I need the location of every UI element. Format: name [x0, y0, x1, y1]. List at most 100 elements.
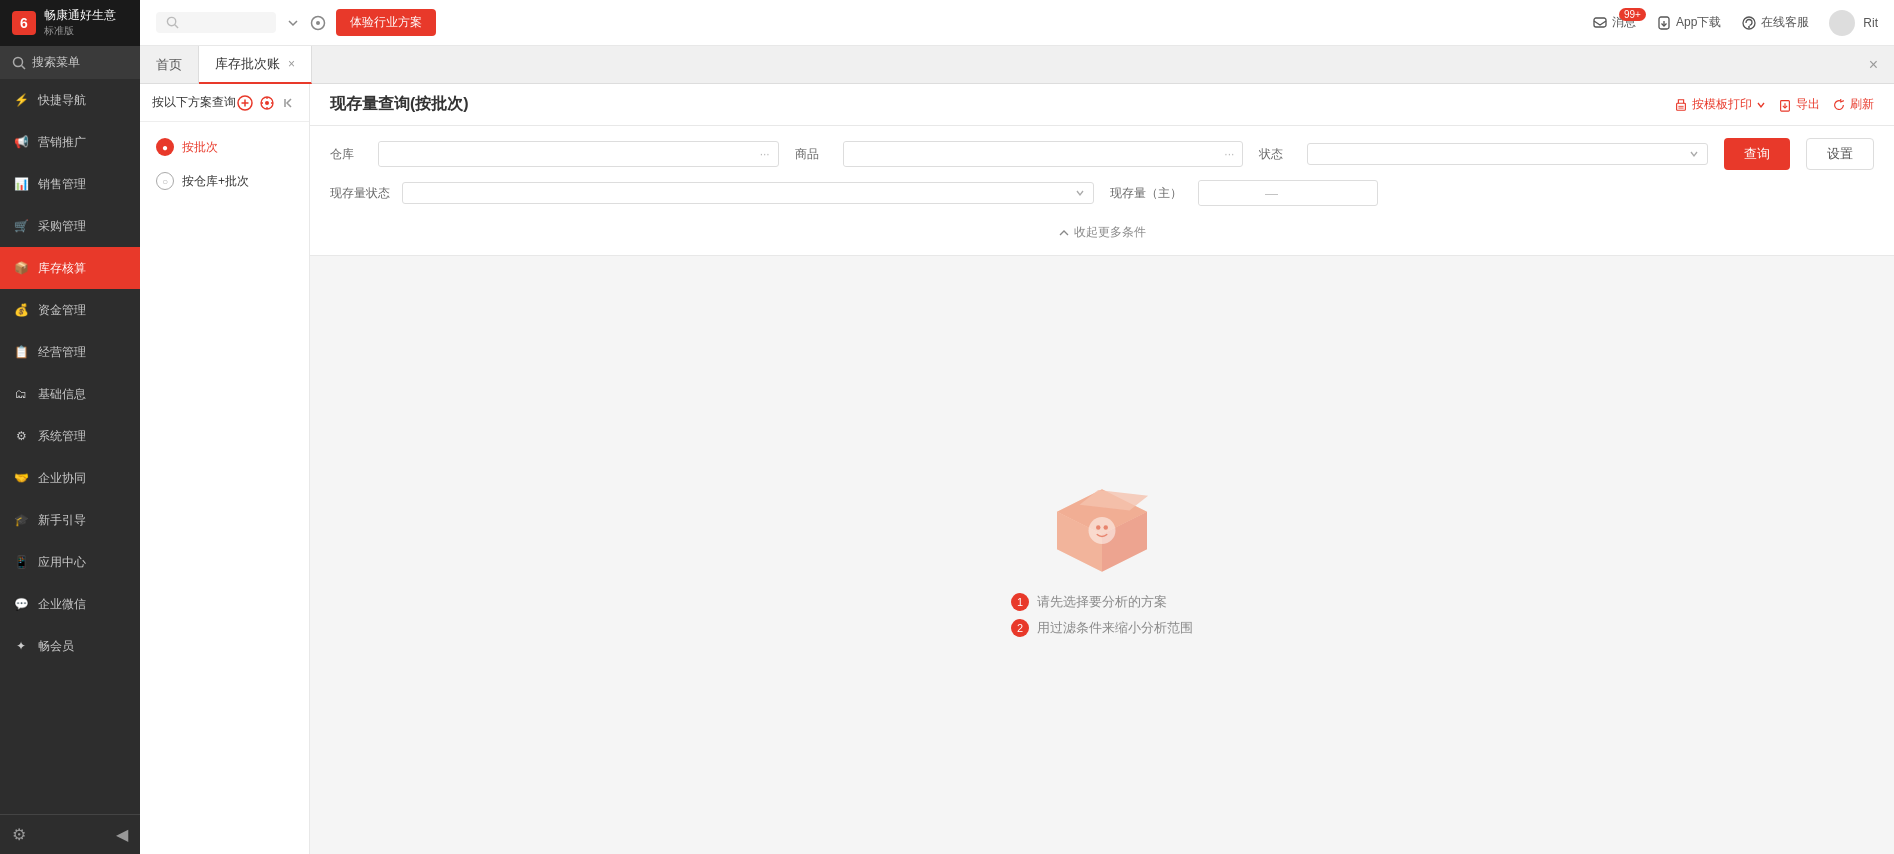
inventory-qty-wrap[interactable]: —	[1198, 180, 1378, 206]
tab-inventory-batch[interactable]: 库存批次账 ×	[199, 46, 312, 84]
finance-icon: 💰	[12, 301, 30, 319]
sidebar-item-member[interactable]: ✦ 畅会员	[0, 625, 140, 667]
product-input-wrap[interactable]: ···	[843, 141, 1244, 167]
app-download-item[interactable]: App下载	[1656, 14, 1721, 31]
sidebar-item-appcenter[interactable]: 📱 应用中心	[0, 541, 140, 583]
online-service-item[interactable]: 在线客服	[1741, 14, 1809, 31]
inventory-qty-input[interactable]	[1199, 181, 1259, 205]
product-input[interactable]	[844, 142, 1217, 166]
member-icon: ✦	[12, 637, 30, 655]
svg-point-10	[1748, 26, 1750, 28]
sidebar-label-member: 畅会员	[38, 638, 74, 655]
settings-icon[interactable]	[310, 15, 326, 31]
sidebar-label-quick-nav: 快捷导航	[38, 92, 86, 109]
refresh-action[interactable]: 刷新	[1832, 96, 1874, 113]
sidebar-label-inventory: 库存核算	[38, 260, 86, 277]
topbar-right: 消息 99+ App下载 在线客服 Rit	[1592, 10, 1878, 36]
svg-point-31	[1089, 517, 1116, 544]
warehouse-input-wrap[interactable]: ···	[378, 141, 779, 167]
product-more-icon[interactable]: ···	[1216, 142, 1242, 166]
app-download-label: App下载	[1676, 14, 1721, 31]
product-label: 商品	[795, 146, 835, 163]
sidebar-label-sales: 销售管理	[38, 176, 86, 193]
svg-point-15	[265, 101, 269, 105]
product-field: 商品 ···	[795, 141, 1244, 167]
print-action[interactable]: 按模板打印	[1674, 96, 1766, 113]
add-scheme-icon[interactable]	[237, 95, 253, 111]
system-icon: ⚙	[12, 427, 30, 445]
sidebar-item-marketing[interactable]: 📢 营销推广	[0, 121, 140, 163]
sidebar-label-enterprise: 企业协同	[38, 470, 86, 487]
settings-footer-icon[interactable]: ⚙	[12, 825, 26, 844]
page-title: 现存量查询(按批次)	[330, 94, 469, 115]
user-name: Rit	[1863, 16, 1878, 30]
scheme-item-by-batch[interactable]: ● 按批次	[140, 130, 309, 164]
collapse-sidebar-icon[interactable]: ◀	[116, 825, 128, 844]
inventory-qty-label: 现存量（主）	[1110, 185, 1190, 202]
svg-rect-22	[1678, 105, 1683, 106]
sidebar-item-inventory[interactable]: 📦 库存核算	[0, 247, 140, 289]
messages-item[interactable]: 消息 99+	[1592, 14, 1636, 31]
search-icon	[12, 56, 26, 70]
scheme-label-by-batch: 按批次	[182, 139, 218, 156]
quick-nav-icon: ⚡	[12, 91, 30, 109]
dropdown-icon[interactable]	[286, 16, 300, 30]
left-panel-title: 按以下方案查询	[152, 94, 236, 111]
svg-point-5	[316, 21, 320, 25]
sidebar-label-finance: 资金管理	[38, 302, 86, 319]
print-dropdown-icon[interactable]	[1756, 100, 1766, 110]
hint-num-1: 1	[1011, 593, 1029, 611]
sidebar-item-enterprise[interactable]: 🤝 企业协同	[0, 457, 140, 499]
sidebar-item-guide[interactable]: 🎓 新手引导	[0, 499, 140, 541]
user-item[interactable]: Rit	[1829, 10, 1878, 36]
tab-close-icon[interactable]: ×	[288, 57, 295, 71]
collapse-panel-icon[interactable]	[281, 95, 297, 111]
sidebar-item-finance[interactable]: 💰 资金管理	[0, 289, 140, 331]
operations-icon: 📋	[12, 343, 30, 361]
content-area: 按以下方案查询 ● 按批次 ○ 按仓库+批次	[140, 84, 1894, 854]
experience-btn[interactable]: 体验行业方案	[336, 9, 436, 36]
inventory-status-field: 现存量状态	[330, 182, 1094, 204]
app-title: 畅康通好生意	[44, 8, 116, 24]
export-action[interactable]: 导出	[1778, 96, 1820, 113]
sidebar-item-system[interactable]: ⚙ 系统管理	[0, 415, 140, 457]
topbar-search-wrap[interactable]	[156, 12, 276, 33]
wechat-icon: 💬	[12, 595, 30, 613]
status-select[interactable]	[1307, 143, 1708, 165]
warehouse-more-icon[interactable]: ···	[752, 142, 778, 166]
app-edition: 标准版	[44, 24, 116, 38]
inventory-status-select[interactable]	[402, 182, 1094, 204]
sidebar-label-operations: 经营管理	[38, 344, 86, 361]
svg-point-33	[1104, 525, 1109, 530]
refresh-label: 刷新	[1850, 96, 1874, 113]
query-button[interactable]: 查询	[1724, 138, 1790, 170]
tab-home[interactable]: 首页	[140, 46, 199, 84]
sidebar-nav: ⚡ 快捷导航 📢 营销推广 📊 销售管理 🛒 采购管理 📦 库存核算 💰 资金管…	[0, 79, 140, 814]
settings-scheme-icon[interactable]	[259, 95, 275, 111]
collapse-more-conditions[interactable]: 收起更多条件	[330, 216, 1874, 243]
sidebar-item-basic[interactable]: 🗂 基础信息	[0, 373, 140, 415]
sidebar-item-quick-nav[interactable]: ⚡ 快捷导航	[0, 79, 140, 121]
inventory-qty-input-end[interactable]	[1284, 181, 1344, 205]
topbar: 体验行业方案 消息 99+ App下载 在线客服 Rit	[140, 0, 1894, 46]
sidebar-item-purchase[interactable]: 🛒 采购管理	[0, 205, 140, 247]
close-panel-icon[interactable]: ×	[1869, 56, 1878, 74]
app-info: 畅康通好生意 标准版	[44, 8, 116, 38]
empty-illustration	[1042, 473, 1162, 573]
sidebar-search[interactable]: 搜索菜单	[0, 46, 140, 79]
sidebar-item-operations[interactable]: 📋 经营管理	[0, 331, 140, 373]
settings-button[interactable]: 设置	[1806, 138, 1874, 170]
inventory-icon: 📦	[12, 259, 30, 277]
print-icon	[1674, 98, 1688, 112]
messages-badge: 99+	[1619, 8, 1646, 21]
collapse-label: 收起更多条件	[1074, 224, 1146, 241]
warehouse-input[interactable]	[379, 142, 752, 166]
export-icon	[1778, 98, 1792, 112]
sidebar-label-marketing: 营销推广	[38, 134, 86, 151]
sidebar-item-sales[interactable]: 📊 销售管理	[0, 163, 140, 205]
scheme-label-by-warehouse-batch: 按仓库+批次	[182, 173, 249, 190]
scheme-item-by-warehouse-batch[interactable]: ○ 按仓库+批次	[140, 164, 309, 198]
filter-row-1: 仓库 ··· 商品 ··· 状态	[330, 138, 1874, 170]
sidebar-item-wechat[interactable]: 💬 企业微信	[0, 583, 140, 625]
tab-inventory-batch-label: 库存批次账	[215, 55, 280, 73]
